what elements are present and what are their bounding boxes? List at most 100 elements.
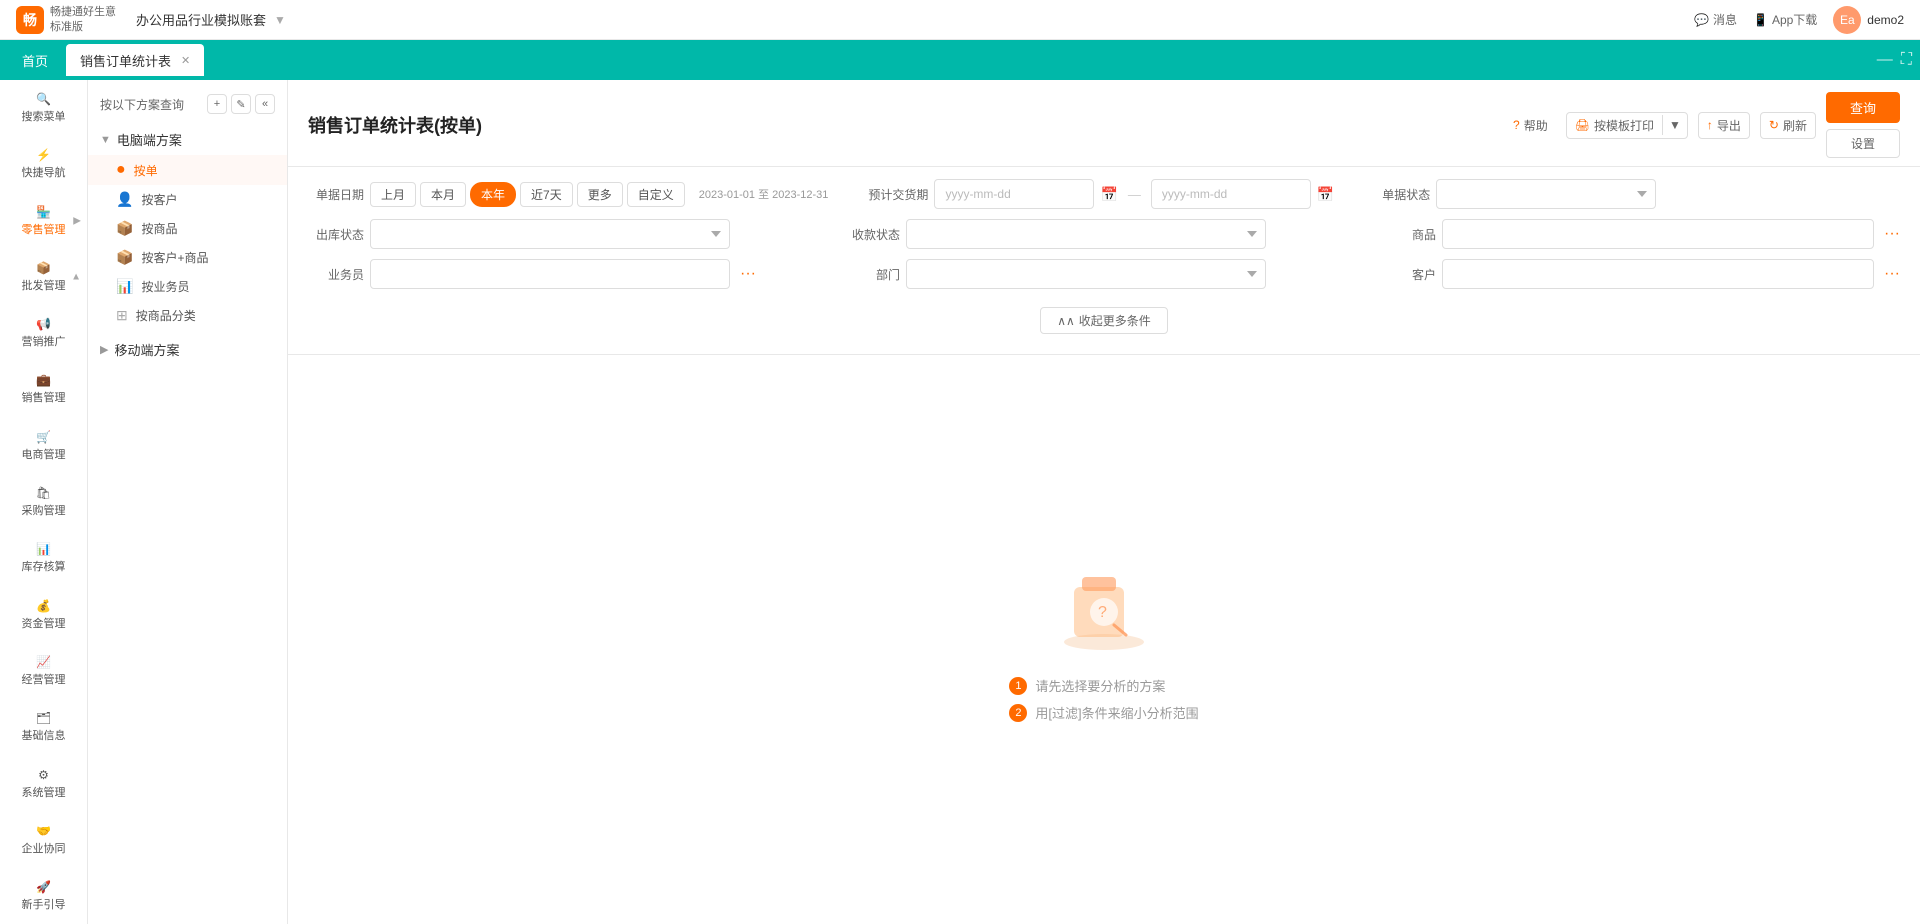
- right-main: 销售订单统计表(按单) ? 帮助 🖨 按模板打印 ▼: [288, 80, 1920, 924]
- date-btn-last-month[interactable]: 上月: [370, 182, 416, 207]
- sidebar-item-system[interactable]: ⚙ 系统管理: [0, 756, 87, 812]
- department-select[interactable]: [906, 259, 1266, 289]
- date-btn-this-year[interactable]: 本年: [470, 182, 516, 207]
- date-range-text: 2023-01-01 至 2023-12-31: [699, 186, 829, 202]
- settings-button[interactable]: 设置: [1826, 129, 1900, 158]
- date-btn-more[interactable]: 更多: [577, 182, 623, 207]
- salesperson-label: 业务员: [308, 266, 364, 283]
- date-btn-custom[interactable]: 自定义: [627, 182, 685, 207]
- avatar: Ea: [1833, 6, 1861, 34]
- export-button[interactable]: ↑ 导出: [1698, 112, 1750, 139]
- scheme-by-customer[interactable]: 👤 按客户: [88, 185, 287, 214]
- page-actions: ? 帮助 🖨 按模板打印 ▼ ↑: [1505, 92, 1900, 158]
- main-layout: 🔍 搜索菜单 ⚡ 快捷导航 🏪 零售管理 ▶ 📦 批发管理 ▲ 📢 营销推广 💼…: [0, 80, 1920, 924]
- salesperson-more-icon[interactable]: ···: [740, 265, 756, 283]
- product-more-icon[interactable]: ···: [1884, 225, 1900, 243]
- search-icon: 🔍: [36, 92, 51, 106]
- date-filter-label: 单据日期: [308, 186, 364, 203]
- sidebar-item-operations[interactable]: 📈 经营管理: [0, 643, 87, 699]
- pc-section-label: 电脑端方案: [117, 130, 182, 149]
- print-dropdown-arrow-icon: ▼: [1669, 118, 1681, 132]
- sidebar-item-newbie[interactable]: 🚀 新手引导: [0, 868, 87, 924]
- tip-number-2: 2: [1009, 704, 1027, 722]
- date-btn-last-7days[interactable]: 近7天: [520, 182, 573, 207]
- edit-scheme-button[interactable]: ✎: [231, 94, 251, 114]
- expected-date-calendar-icon2[interactable]: 📅: [1317, 186, 1334, 203]
- salesperson-group: 业务员 ···: [308, 259, 828, 289]
- app-download-icon: 📱: [1753, 13, 1768, 27]
- by-customer-icon: 👤: [116, 191, 133, 208]
- tab-sales-order[interactable]: 销售订单统计表 ✕: [66, 44, 204, 76]
- empty-illustration: ?: [1044, 557, 1164, 660]
- user-name: demo2: [1867, 13, 1904, 27]
- scheme-by-cust-prod[interactable]: 📦 按客户+商品: [88, 243, 287, 272]
- customer-more-icon[interactable]: ···: [1884, 265, 1900, 283]
- tab-home[interactable]: 首页: [8, 44, 62, 76]
- collapse-button[interactable]: ∧∧ 收起更多条件: [1040, 307, 1168, 334]
- payment-status-select[interactable]: [906, 219, 1266, 249]
- pc-section-header[interactable]: ▼ 电脑端方案: [88, 124, 287, 155]
- expected-date-to-input[interactable]: [1151, 179, 1311, 209]
- sidebar-item-inventory[interactable]: 📊 库存核算: [0, 530, 87, 586]
- expected-date-from-input[interactable]: [934, 179, 1094, 209]
- expected-date-calendar-icon[interactable]: 📅: [1100, 186, 1117, 203]
- top-bar: 畅 畅捷通好生意 标准版 办公用品行业模拟账套 ▼ 💬 消息 📱 App下载 E…: [0, 0, 1920, 40]
- sidebar-item-basic[interactable]: 🗂 基础信息: [0, 699, 87, 755]
- tip-number-1: 1: [1009, 677, 1027, 695]
- sidebar-item-retail[interactable]: 🏪 零售管理 ▶: [0, 193, 87, 249]
- mobile-section-header[interactable]: ▶ 移动端方案: [88, 334, 287, 365]
- by-order-icon: ●: [116, 161, 126, 179]
- enterprise-icon: 🤝: [36, 824, 51, 838]
- sidebar-item-marketing[interactable]: 📢 营销推广: [0, 305, 87, 361]
- print-dropdown-button[interactable]: ▼: [1663, 114, 1687, 136]
- app-download-button[interactable]: 📱 App下载: [1753, 11, 1817, 28]
- scheme-by-order[interactable]: ● 按单: [88, 155, 287, 185]
- add-scheme-button[interactable]: +: [207, 94, 227, 114]
- delivery-status-select[interactable]: [370, 219, 730, 249]
- page-header: 销售订单统计表(按单) ? 帮助 🖨 按模板打印 ▼: [288, 80, 1920, 167]
- top-bar-right: 💬 消息 📱 App下载 Ea demo2: [1694, 6, 1904, 34]
- sidebar-item-wholesale[interactable]: 📦 批发管理 ▲: [0, 249, 87, 305]
- product-label: 商品: [1380, 226, 1436, 243]
- expected-date-label: 预计交货期: [868, 186, 928, 203]
- collapse-bar: ∧∧ 收起更多条件: [308, 299, 1900, 342]
- date-btn-this-month[interactable]: 本月: [420, 182, 466, 207]
- query-button[interactable]: 查询: [1826, 92, 1900, 123]
- help-button[interactable]: ? 帮助: [1505, 113, 1556, 138]
- message-icon: 💬: [1694, 13, 1709, 27]
- user-area[interactable]: Ea demo2: [1833, 6, 1904, 34]
- tab-maximize-icon[interactable]: ⛶: [1901, 51, 1912, 69]
- scheme-by-product[interactable]: 📦 按商品: [88, 214, 287, 243]
- sidebar-item-enterprise[interactable]: 🤝 企业协同: [0, 812, 87, 868]
- sidebar-item-ecommerce[interactable]: 🛒 电商管理: [0, 418, 87, 474]
- sidebar-item-sales[interactable]: 💼 销售管理: [0, 361, 87, 417]
- refresh-button[interactable]: ↻ 刷新: [1760, 112, 1816, 139]
- message-button[interactable]: 💬 消息: [1694, 11, 1737, 28]
- sidebar-search[interactable]: 🔍 搜索菜单: [0, 80, 87, 136]
- tab-close-icon[interactable]: ✕: [181, 54, 190, 67]
- salesperson-input[interactable]: [370, 259, 730, 289]
- scheme-by-category[interactable]: ⊞ 按商品分类: [88, 301, 287, 330]
- sidebar-item-finance[interactable]: 💰 资金管理: [0, 587, 87, 643]
- mobile-scheme-section: ▶ 移动端方案: [88, 332, 287, 367]
- order-status-label: 单据状态: [1374, 186, 1430, 203]
- customer-input[interactable]: [1442, 259, 1874, 289]
- logo-area: 畅 畅捷通好生意 标准版: [16, 5, 116, 34]
- scheme-by-salesperson[interactable]: 📊 按业务员: [88, 272, 287, 301]
- product-input[interactable]: [1442, 219, 1874, 249]
- sidebar: 🔍 搜索菜单 ⚡ 快捷导航 🏪 零售管理 ▶ 📦 批发管理 ▲ 📢 营销推广 💼…: [0, 80, 88, 924]
- sidebar-item-quick-nav[interactable]: ⚡ 快捷导航: [0, 136, 87, 192]
- order-status-select[interactable]: [1436, 179, 1656, 209]
- payment-status-group: 收款状态: [844, 219, 1364, 249]
- mobile-section-label: 移动端方案: [114, 340, 179, 359]
- filter-row-3: 业务员 ··· 部门 客户 ···: [308, 259, 1900, 289]
- collapse-panel-button[interactable]: «: [255, 94, 275, 114]
- tab-minimize-icon[interactable]: —: [1877, 51, 1893, 69]
- sales-icon: 💼: [36, 373, 51, 387]
- filter-row-1: 单据日期 上月 本月 本年 近7天 更多 自定义 2023-01-01 至 20…: [308, 179, 1900, 209]
- sidebar-item-purchase[interactable]: 🛍 采购管理: [0, 474, 87, 530]
- dropdown-arrow-icon[interactable]: ▼: [274, 13, 286, 27]
- mobile-section-arrow-icon: ▶: [100, 343, 108, 356]
- print-button[interactable]: 🖨 按模板打印: [1567, 113, 1662, 138]
- filter-row-2: 出库状态 收款状态 商品 ···: [308, 219, 1900, 249]
